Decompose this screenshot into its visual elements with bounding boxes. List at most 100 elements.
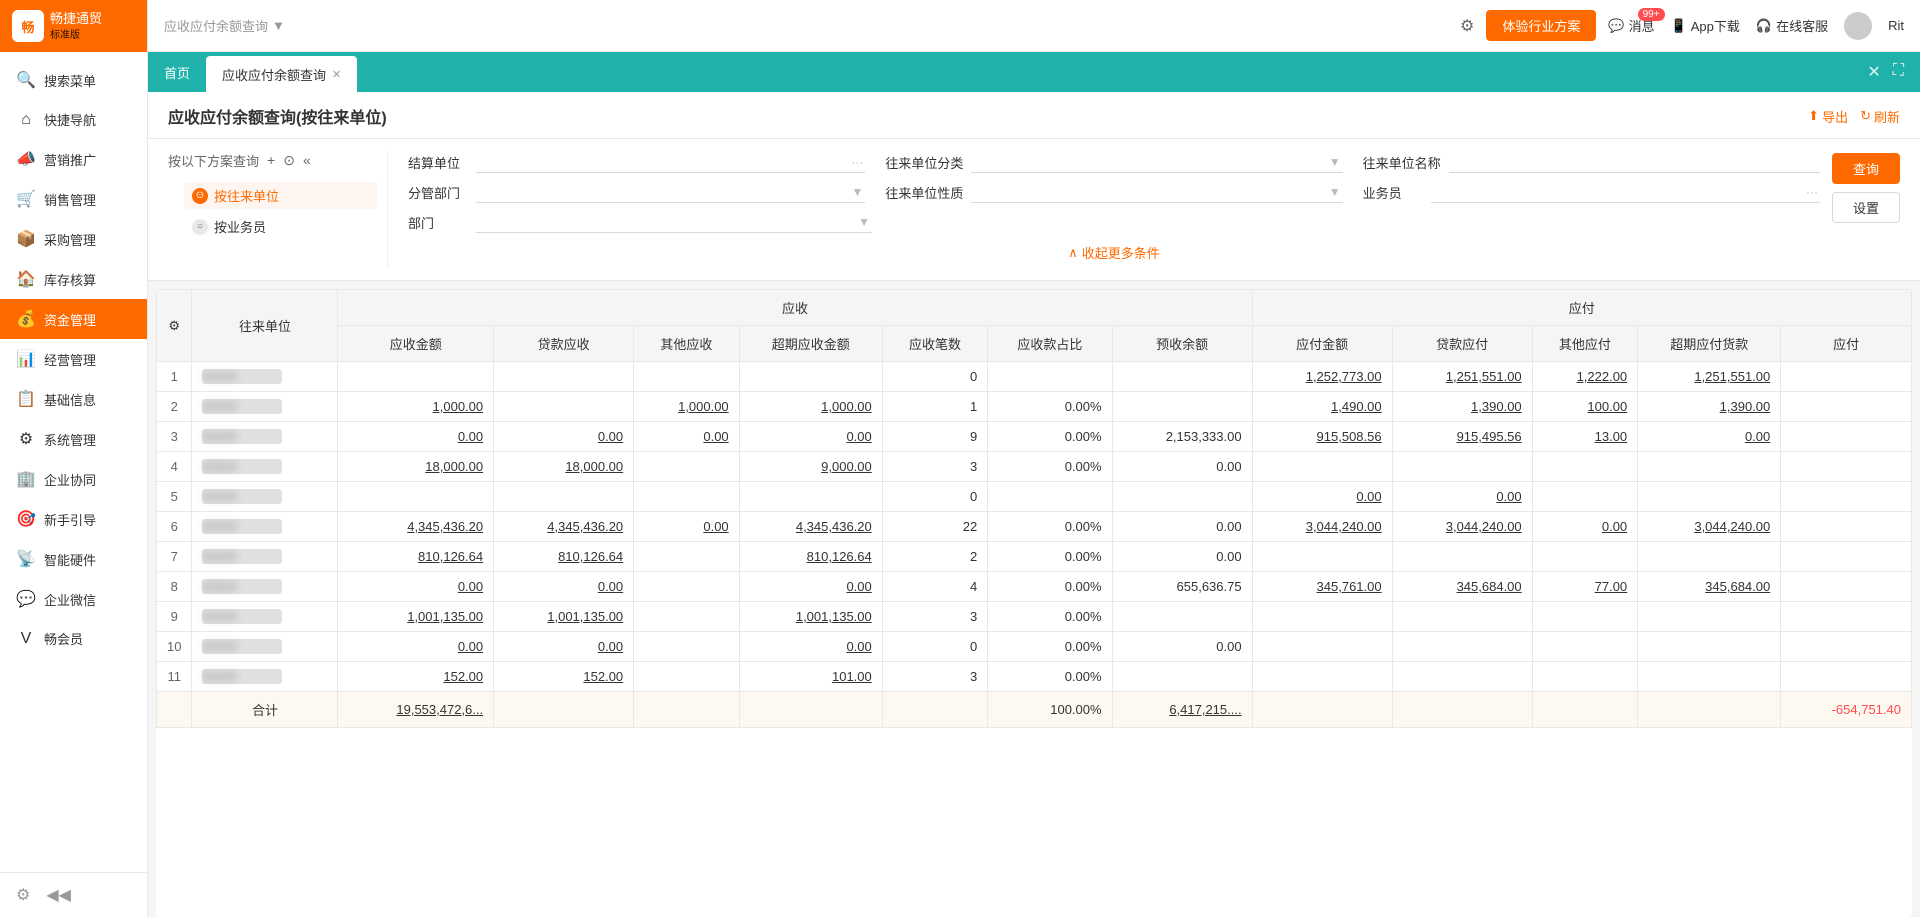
row-ap_loan-1[interactable]: 1,251,551.00: [1392, 362, 1532, 392]
row-prepay-8[interactable]: 655,636.75: [1112, 572, 1252, 602]
row-ap_overdue-6[interactable]: 3,044,240.00: [1638, 512, 1781, 542]
wanglai-xingzhi-chevron[interactable]: ▼: [1327, 185, 1343, 199]
row-ar_amount-9[interactable]: 1,001,135.00: [338, 602, 494, 632]
sidebar-item-basic[interactable]: 📋 基础信息: [0, 379, 147, 419]
row-ar_amount-2[interactable]: 1,000.00: [338, 392, 494, 422]
wanglai-mingcheng-input[interactable]: [1449, 151, 1820, 172]
online-service[interactable]: 🎧 在线客服: [1756, 16, 1828, 35]
row-ar_overdue-9[interactable]: 1,001,135.00: [739, 602, 882, 632]
filter-collapse-left-icon[interactable]: «: [303, 152, 311, 169]
row-prepay-6[interactable]: 0.00: [1112, 512, 1252, 542]
sidebar-item-inventory[interactable]: 🏠 库存核算: [0, 259, 147, 299]
close-window-icon[interactable]: ✕: [1867, 62, 1880, 82]
row-ar_amount-4[interactable]: 18,000.00: [338, 452, 494, 482]
footer-ar-total[interactable]: 19,553,472,6...: [338, 692, 494, 728]
sidebar-item-quick-nav[interactable]: ⌂ 快捷导航: [0, 100, 147, 139]
row-ar_amount-7[interactable]: 810,126.64: [338, 542, 494, 572]
table-settings-icon[interactable]: ⚙: [168, 318, 180, 333]
row-ar_loan-3[interactable]: 0.00: [494, 422, 634, 452]
row-ar_other-6[interactable]: 0.00: [634, 512, 740, 542]
filter-by-staff[interactable]: ○ 按业务员: [184, 213, 377, 240]
row-ar_overdue-3[interactable]: 0.00: [739, 422, 882, 452]
sidebar-item-guide[interactable]: 🎯 新手引导: [0, 499, 147, 539]
fullscreen-icon[interactable]: ⛶: [1893, 62, 1904, 82]
footer-prepay[interactable]: 6,417,215....: [1112, 692, 1252, 728]
sidebar-item-purchase[interactable]: 📦 采购管理: [0, 219, 147, 259]
row-ar_loan-9[interactable]: 1,001,135.00: [494, 602, 634, 632]
fenguan-input[interactable]: [476, 181, 849, 202]
row-ap_other-2[interactable]: 100.00: [1532, 392, 1638, 422]
row-ar_overdue-11[interactable]: 101.00: [739, 662, 882, 692]
row-ar_other-3[interactable]: 0.00: [634, 422, 740, 452]
sidebar-item-hardware[interactable]: 📡 智能硬件: [0, 539, 147, 579]
row-ar_overdue-2[interactable]: 1,000.00: [739, 392, 882, 422]
sidebar-item-wechat[interactable]: 💬 企业微信: [0, 579, 147, 619]
query-button[interactable]: 查询: [1832, 153, 1900, 184]
row-prepay-7[interactable]: 0.00: [1112, 542, 1252, 572]
tab-home[interactable]: 首页: [148, 52, 206, 92]
yewuyuan-dots[interactable]: ···: [1804, 185, 1820, 199]
row-ar_other-2[interactable]: 1,000.00: [634, 392, 740, 422]
promo-button[interactable]: 体验行业方案: [1486, 10, 1596, 41]
sidebar-item-corp[interactable]: 🏢 企业协同: [0, 459, 147, 499]
row-prepay-4[interactable]: 0.00: [1112, 452, 1252, 482]
row-ap_overdue-8[interactable]: 345,684.00: [1638, 572, 1781, 602]
th-settings[interactable]: ⚙: [157, 290, 192, 362]
row-prepay-10[interactable]: 0.00: [1112, 632, 1252, 662]
row-ap_amount-8[interactable]: 345,761.00: [1252, 572, 1392, 602]
breadcrumb-chevron[interactable]: ▼: [272, 18, 285, 33]
row-ar_loan-8[interactable]: 0.00: [494, 572, 634, 602]
row-ar_amount-10[interactable]: 0.00: [338, 632, 494, 662]
sidebar-item-sales[interactable]: 🛒 销售管理: [0, 179, 147, 219]
row-ap_amount-3[interactable]: 915,508.56: [1252, 422, 1392, 452]
row-ap_other-8[interactable]: 77.00: [1532, 572, 1638, 602]
app-download[interactable]: 📱 App下载: [1671, 16, 1740, 35]
row-ar_loan-4[interactable]: 18,000.00: [494, 452, 634, 482]
yewuyuan-input[interactable]: [1431, 181, 1804, 202]
row-ar_overdue-10[interactable]: 0.00: [739, 632, 882, 662]
row-ar_overdue-6[interactable]: 4,345,436.20: [739, 512, 882, 542]
row-ap_amount-2[interactable]: 1,490.00: [1252, 392, 1392, 422]
refresh-button[interactable]: ↻ 刷新: [1860, 107, 1900, 126]
sidebar-item-vip[interactable]: V 畅会员: [0, 619, 147, 658]
row-ar_loan-6[interactable]: 4,345,436.20: [494, 512, 634, 542]
row-ap_loan-3[interactable]: 915,495.56: [1392, 422, 1532, 452]
gear-icon[interactable]: ⚙: [1460, 16, 1474, 36]
row-ap_overdue-3[interactable]: 0.00: [1638, 422, 1781, 452]
wanglai-fenlei-input[interactable]: [971, 151, 1326, 172]
tab-close-icon[interactable]: ✕: [332, 68, 341, 81]
row-ar_overdue-8[interactable]: 0.00: [739, 572, 882, 602]
row-ap_loan-8[interactable]: 345,684.00: [1392, 572, 1532, 602]
sidebar-item-finance[interactable]: 💰 资金管理: [0, 299, 147, 339]
row-ar_overdue-7[interactable]: 810,126.64: [739, 542, 882, 572]
row-ap_amount-5[interactable]: 0.00: [1252, 482, 1392, 512]
sidebar-item-ops[interactable]: 📊 经营管理: [0, 339, 147, 379]
row-ar_amount-8[interactable]: 0.00: [338, 572, 494, 602]
settings-button[interactable]: 设置: [1832, 192, 1900, 223]
wanglai-xingzhi-input[interactable]: [971, 181, 1326, 202]
export-button[interactable]: ⬆ 导出: [1808, 107, 1848, 126]
collapse-icon[interactable]: ◀◀: [46, 885, 71, 905]
filter-settings-icon[interactable]: ⊙: [283, 152, 295, 169]
row-ar_loan-11[interactable]: 152.00: [494, 662, 634, 692]
row-ap_other-6[interactable]: 0.00: [1532, 512, 1638, 542]
jiesuan-input[interactable]: [476, 151, 849, 172]
row-ar_amount-3[interactable]: 0.00: [338, 422, 494, 452]
row-ap_other-3[interactable]: 13.00: [1532, 422, 1638, 452]
row-ar_loan-7[interactable]: 810,126.64: [494, 542, 634, 572]
filter-add-icon[interactable]: +: [267, 152, 275, 169]
sidebar-item-system[interactable]: ⚙ 系统管理: [0, 419, 147, 459]
row-ap_overdue-1[interactable]: 1,251,551.00: [1638, 362, 1781, 392]
fenguan-chevron[interactable]: ▼: [849, 185, 865, 199]
settings-icon[interactable]: ⚙: [16, 885, 30, 905]
row-ap_overdue-2[interactable]: 1,390.00: [1638, 392, 1781, 422]
row-ar_overdue-4[interactable]: 9,000.00: [739, 452, 882, 482]
row-ar_amount-6[interactable]: 4,345,436.20: [338, 512, 494, 542]
jiesuan-dots[interactable]: ···: [849, 155, 865, 169]
bumen-chevron[interactable]: ▼: [856, 215, 872, 229]
sidebar-item-marketing[interactable]: 📣 营销推广: [0, 139, 147, 179]
row-ap_loan-5[interactable]: 0.00: [1392, 482, 1532, 512]
filter-collapse[interactable]: ∧ 收起更多条件: [408, 237, 1820, 268]
row-ap_other-1[interactable]: 1,222.00: [1532, 362, 1638, 392]
row-ap_loan-6[interactable]: 3,044,240.00: [1392, 512, 1532, 542]
